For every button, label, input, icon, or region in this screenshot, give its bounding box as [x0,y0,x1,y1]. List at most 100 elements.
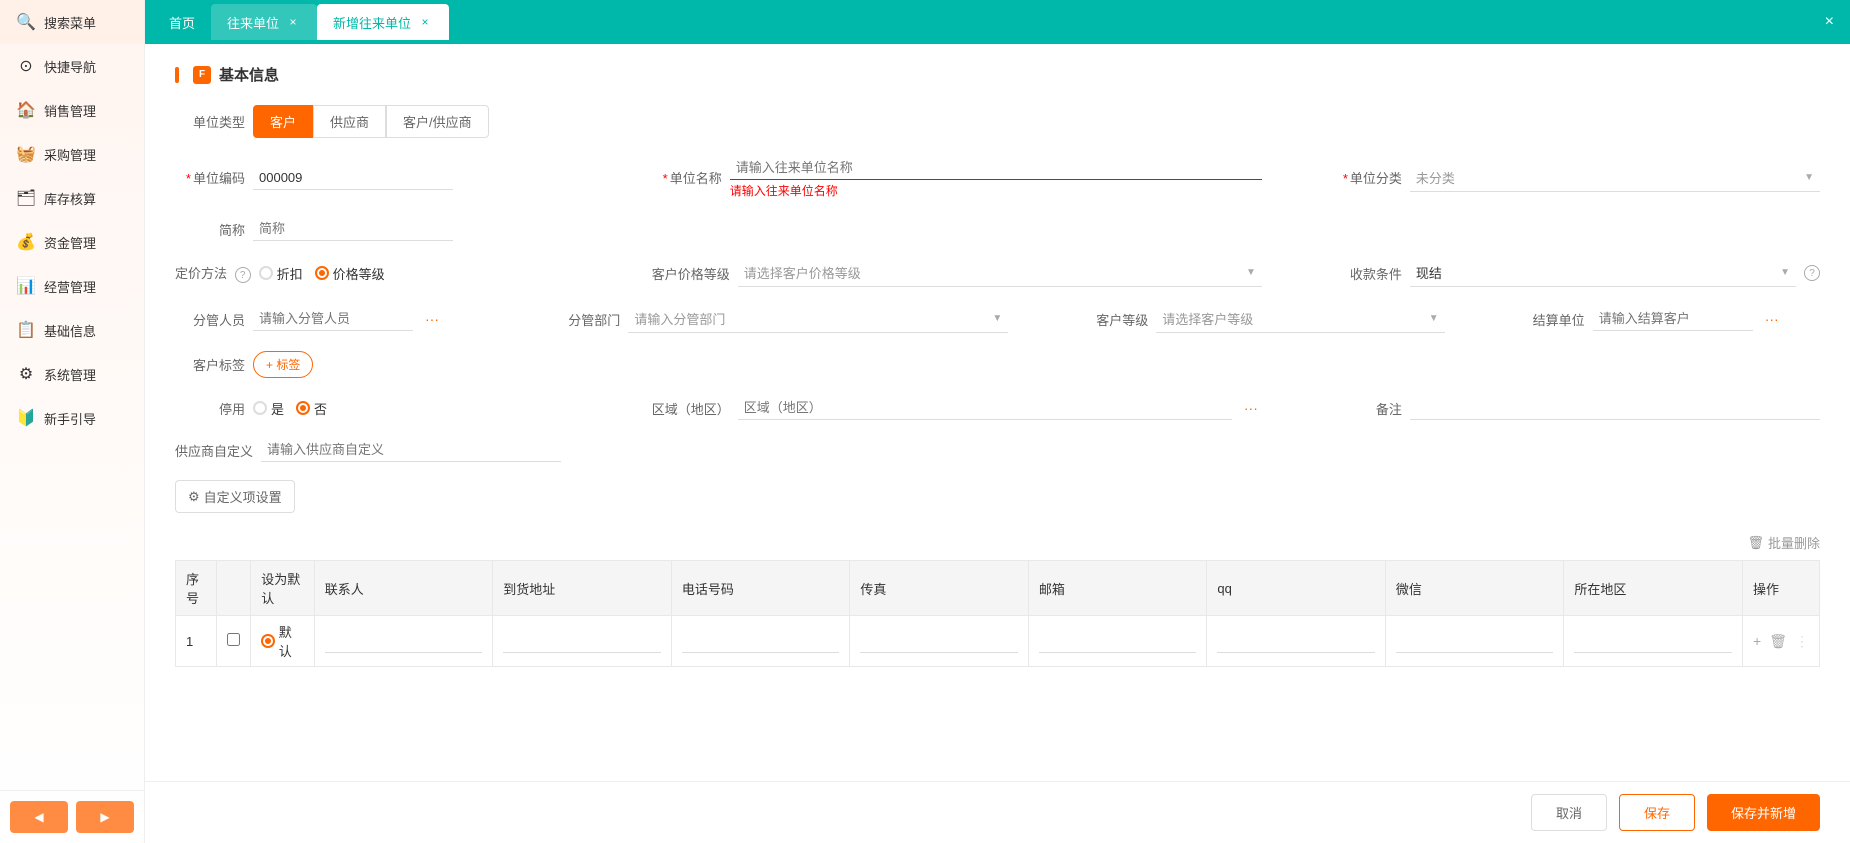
tab-new-partner-close[interactable]: × [417,14,433,30]
pricing-radio-discount-circle [259,266,273,280]
sidebar-item-sales[interactable]: 🏠 销售管理 [0,88,144,132]
customer-level-arrow: ▼ [1429,313,1439,324]
sidebar-bottom-btn2[interactable]: ▶ [76,801,134,833]
settlement-label: 结算单位 [1515,310,1585,329]
row-contact [314,616,493,667]
batch-delete-button[interactable]: 🗑 批量删除 [1747,533,1820,552]
price-level-select[interactable]: 请选择客户价格等级 ▼ [738,259,1262,287]
sidebar-item-quick-nav[interactable]: ⊙ 快捷导航 [0,44,144,88]
remark-input[interactable] [1410,396,1820,420]
area-more-btn[interactable]: ··· [1240,400,1262,416]
code-name-row: *单位编码 *单位名称 请输入往来单位名称 *单位分类 [175,156,1820,199]
sidebar-item-guide[interactable]: 🔰 新手引导 [0,396,144,440]
unit-name-input[interactable] [730,156,1262,180]
settlement-more-btn[interactable]: ··· [1761,311,1783,327]
payment-arrow: ▼ [1780,267,1790,278]
disable-yes[interactable]: 是 [253,399,284,418]
payment-value: 现结 [1416,263,1780,282]
sidebar: 🔍 搜索菜单 ⊙ 快捷导航 🏠 销售管理 🧺 采购管理 🗂 库存核算 💰 资金管… [0,0,145,843]
col-checkbox [217,561,251,616]
dept-select[interactable]: 请输入分管部门 ▼ [628,305,1008,333]
unit-type-label: 单位类型 [175,112,245,131]
sales-icon: 🏠 [16,100,36,120]
remark-label: 备注 [1332,399,1402,418]
save-button[interactable]: 保存 [1619,794,1695,831]
unit-name-error: 请输入往来单位名称 [730,182,1262,199]
purchase-icon: 🧺 [16,144,36,164]
row-phone-input[interactable] [682,629,840,653]
disable-row: 停用 是 否 区域（地区） ··· [175,396,1820,420]
tab-home-label: 首页 [169,13,195,32]
price-level-placeholder: 请选择客户价格等级 [744,263,1246,282]
supplier-custom-input[interactable] [261,438,561,462]
alias-group: 简称 [175,217,1820,241]
dept-group: 分管部门 请输入分管部门 ▼ [550,305,1008,333]
settlement-input[interactable] [1593,307,1753,331]
window-close-button[interactable]: × [1817,9,1842,35]
alias-row: 简称 [175,217,1820,241]
tab-new-partner[interactable]: 新增往来单位 × [317,4,449,40]
sidebar-item-operations[interactable]: 📊 经营管理 [0,264,144,308]
sidebar-item-purchase[interactable]: 🧺 采购管理 [0,132,144,176]
sidebar-item-system[interactable]: ⚙ 系统管理 [0,352,144,396]
dept-placeholder: 请输入分管部门 [634,309,992,328]
tab-partners-close[interactable]: × [285,14,301,30]
col-phone: 电话号码 [671,561,850,616]
payment-select[interactable]: 现结 ▼ [1410,259,1796,287]
col-region: 所在地区 [1564,561,1743,616]
alias-input[interactable] [253,217,453,241]
row-region-input[interactable] [1574,629,1732,653]
row-fax-input[interactable] [860,629,1018,653]
pricing-help-icon[interactable]: ? [235,267,251,283]
tag-add-button[interactable]: + 标签 [253,351,313,378]
unit-code-input[interactable] [253,166,453,190]
unit-category-group: *单位分类 未分类 ▼ [1332,164,1820,192]
unit-category-select[interactable]: 未分类 ▼ [1410,164,1820,192]
sidebar-item-finance[interactable]: 💰 资金管理 [0,220,144,264]
cancel-button[interactable]: 取消 [1531,794,1607,831]
row-checkbox[interactable] [227,633,240,646]
manager-input[interactable] [253,307,413,331]
manager-label: 分管人员 [175,310,245,329]
row-default-radio: 默认 [261,622,304,660]
area-input[interactable] [738,396,1232,420]
guide-icon: 🔰 [16,408,36,428]
supplier-custom-group: 供应商自定义 [175,438,1820,462]
sidebar-bottom: ◀ ▶ [0,790,144,843]
row-contact-input[interactable] [325,629,483,653]
unit-type-supplier[interactable]: 供应商 [313,105,386,138]
row-default-radio-label[interactable]: 默认 [261,622,304,660]
disable-no[interactable]: 否 [296,399,327,418]
pricing-radio-discount[interactable]: 折扣 [259,264,303,283]
col-qq: qq [1207,561,1386,616]
row-default-cell: 默认 [251,616,315,667]
unit-type-customer[interactable]: 客户 [253,105,313,138]
row-add-icon[interactable]: + [1753,633,1761,649]
tab-bar: 首页 往来单位 × 新增往来单位 × × [145,0,1850,44]
row-wechat-input[interactable] [1396,629,1554,653]
unit-category-arrow: ▼ [1804,172,1814,183]
col-fax: 传真 [850,561,1029,616]
tab-partners[interactable]: 往来单位 × [211,4,317,40]
customer-level-placeholder: 请选择客户等级 [1162,309,1428,328]
footer: 取消 保存 保存并新增 [145,781,1850,843]
col-contact: 联系人 [314,561,493,616]
unit-type-group: 单位类型 客户 供应商 客户/供应商 [175,105,1820,138]
unit-type-both[interactable]: 客户/供应商 [386,105,489,138]
manager-more-btn[interactable]: ··· [421,311,443,327]
sidebar-item-basic-info[interactable]: 📋 基础信息 [0,308,144,352]
tab-home[interactable]: 首页 [153,4,211,40]
pricing-radio-level[interactable]: 价格等级 [315,264,385,283]
sidebar-bottom-btn1[interactable]: ◀ [10,801,68,833]
table-header-row: 序号 设为默认 联系人 到货地址 电话号码 传真 邮箱 qq 微信 所在地区 操… [176,561,1820,616]
customer-level-select[interactable]: 请选择客户等级 ▼ [1156,305,1444,333]
sidebar-item-search[interactable]: 🔍 搜索菜单 [0,0,144,44]
payment-help-icon[interactable]: ? [1804,265,1820,281]
save-new-button[interactable]: 保存并新增 [1707,794,1820,831]
row-qq-input[interactable] [1217,629,1375,653]
row-address-input[interactable] [503,629,661,653]
custom-settings-button[interactable]: ⚙ 自定义项设置 [175,480,295,513]
row-delete-icon[interactable]: 🗑 [1769,633,1787,650]
sidebar-item-inventory[interactable]: 🗂 库存核算 [0,176,144,220]
row-email-input[interactable] [1039,629,1197,653]
